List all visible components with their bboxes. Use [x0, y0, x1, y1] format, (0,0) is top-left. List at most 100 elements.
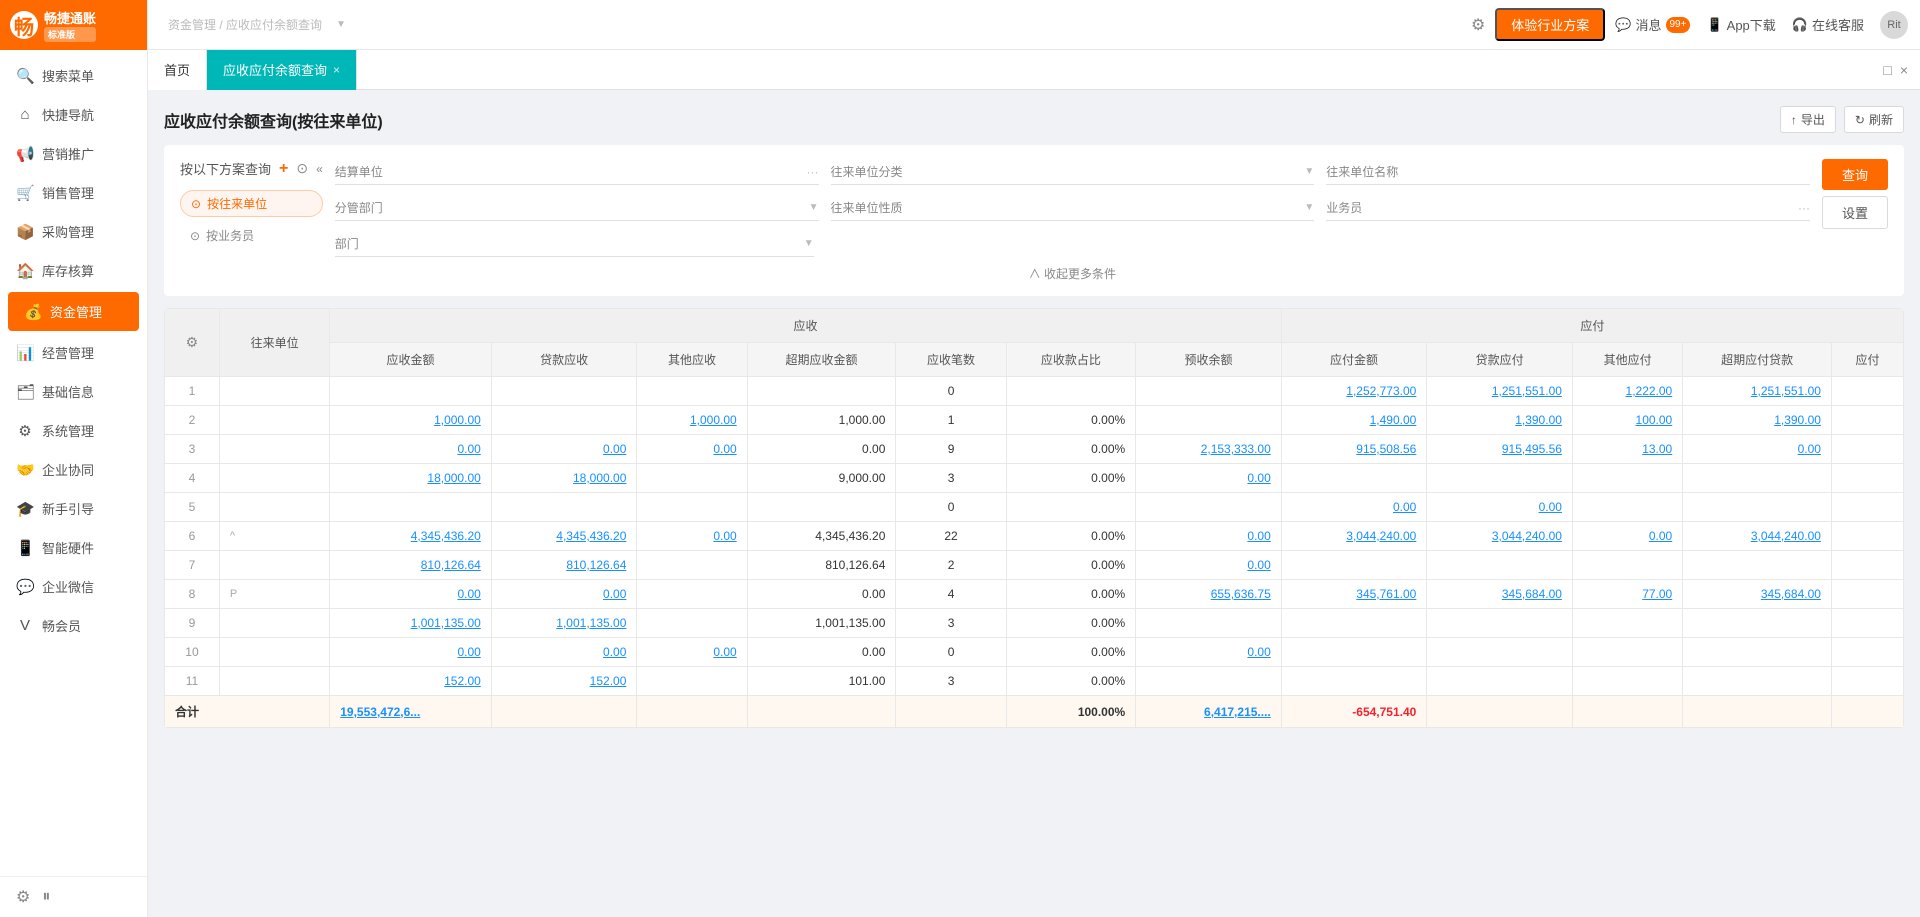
- sidebar-item-basic[interactable]: 🗂 基础信息: [0, 372, 147, 411]
- cell-rec-overdue: 0.00: [747, 580, 896, 609]
- export-button[interactable]: ↑ 导出: [1780, 106, 1836, 133]
- cell-rec-overdue: 101.00: [747, 667, 896, 696]
- cell-rec-amount: 810,126.64: [330, 551, 492, 580]
- sidebar-item-member[interactable]: V 畅会员: [0, 606, 147, 645]
- sidebar-item-sales[interactable]: 🛒 销售管理: [0, 173, 147, 212]
- sidebar-item-inventory[interactable]: 🏠 库存核算: [0, 251, 147, 290]
- sidebar-item-guide[interactable]: 🎓 新手引导: [0, 489, 147, 528]
- total-pay-amount: -654,751.40: [1281, 696, 1427, 728]
- cell-pay-loan: 345,684.00: [1427, 580, 1573, 609]
- collapse-more-button[interactable]: ∧ 收起更多条件: [335, 265, 1810, 282]
- sidebar-item-finance[interactable]: 💰 资金管理: [8, 292, 139, 331]
- settlement-dots-icon[interactable]: ···: [807, 165, 819, 179]
- sidebar-item-system[interactable]: ⚙ 系统管理: [0, 411, 147, 450]
- sidebar-item-business[interactable]: 📊 经营管理: [0, 333, 147, 372]
- filter-schema-icon[interactable]: ⊙: [296, 160, 308, 177]
- header-gear-icon[interactable]: ⚙: [1471, 15, 1485, 35]
- cell-rec-prepaid: [1136, 377, 1282, 406]
- maximize-icon[interactable]: □: [1883, 62, 1891, 78]
- col-partner-header: 往来单位: [219, 309, 329, 377]
- sidebar-icon-quicknav: ⌂: [16, 106, 34, 123]
- breadcrumb: 资金管理 / 应收应付余额查询 ▼: [160, 14, 1461, 35]
- close-tab-icon[interactable]: ×: [1900, 62, 1908, 78]
- tab-receivable[interactable]: 应收应付余额查询 ×: [207, 50, 357, 90]
- sidebar-item-quicknav[interactable]: ⌂ 快捷导航: [0, 95, 147, 134]
- breadcrumb-chevron: ▼: [336, 19, 346, 30]
- sidebar-icon-purchase: 📦: [16, 223, 34, 241]
- cell-rec-other: [637, 580, 747, 609]
- filter-division: 部门 ▼: [335, 231, 814, 257]
- cell-rec-ratio: 0.00%: [1006, 464, 1136, 493]
- cell-pay-loan: [1427, 551, 1573, 580]
- cell-pay-amount: 915,508.56: [1281, 435, 1427, 464]
- cell-pay-amount: [1281, 667, 1427, 696]
- logo-name: 畅捷通账: [44, 8, 96, 27]
- refresh-button[interactable]: ↻ 刷新: [1844, 106, 1904, 133]
- cell-pay-other: 1,222.00: [1572, 377, 1682, 406]
- cell-rec-ratio: 0.00%: [1006, 667, 1136, 696]
- sidebar-item-wechat[interactable]: 💬 企业微信: [0, 567, 147, 606]
- table-row: 7810,126.64810,126.64810,126.6420.00%0.0…: [165, 551, 1904, 580]
- table-row: 21,000.001,000.001,000.0010.00%1,490.001…: [165, 406, 1904, 435]
- table-row: 100.000.000.000.0000.00%0.00: [165, 638, 1904, 667]
- total-rec-count: [896, 696, 1006, 728]
- scheme-salesman[interactable]: ⊙ 按业务员: [180, 223, 323, 248]
- cell-pay-loan: 915,495.56: [1427, 435, 1573, 464]
- app-download-button[interactable]: 📱 App下载: [1706, 15, 1775, 34]
- filter-collapse-icon[interactable]: «: [316, 162, 323, 176]
- scheme-partner[interactable]: ⊙ 按往来单位: [180, 190, 323, 217]
- cell-no: 6: [165, 522, 220, 551]
- cell-pay-tail: [1831, 464, 1903, 493]
- tab-resize-controls: □ ×: [1883, 62, 1920, 78]
- table-row: 30.000.000.000.0090.00%2,153,333.00915,5…: [165, 435, 1904, 464]
- col-settings-header[interactable]: ⚙: [165, 309, 220, 377]
- sidebar-item-enterprise[interactable]: 🤝 企业协同: [0, 450, 147, 489]
- total-pay-loan: [1427, 696, 1573, 728]
- cell-partner: ^: [219, 522, 329, 551]
- sidebar-item-marketing[interactable]: 📢 营销推广: [0, 134, 147, 173]
- settings-bottom-icon[interactable]: ⚙: [16, 887, 30, 907]
- setting-button[interactable]: 设置: [1822, 196, 1888, 229]
- query-button[interactable]: 查询: [1822, 159, 1888, 190]
- cell-rec-count: 9: [896, 435, 1006, 464]
- message-button[interactable]: 💬 消息 99+: [1615, 15, 1690, 34]
- cell-pay-loan: 1,251,551.00: [1427, 377, 1573, 406]
- filter-add-button[interactable]: +: [279, 160, 288, 178]
- export-label: 导出: [1801, 111, 1825, 128]
- sidebar-item-search[interactable]: 🔍 搜索菜单: [0, 56, 147, 95]
- cell-rec-loan: 4,345,436.20: [491, 522, 637, 551]
- filter-header: 按以下方案查询 + ⊙ «: [180, 159, 323, 178]
- partner-type-arrow[interactable]: ▼: [1304, 166, 1314, 177]
- logo-icon: 畅: [10, 11, 38, 39]
- service-button[interactable]: 🎧 在线客服: [1792, 15, 1864, 34]
- tab-home[interactable]: 首页: [148, 50, 207, 90]
- cell-pay-overdue: 345,684.00: [1683, 580, 1832, 609]
- nature-arrow[interactable]: ▼: [1304, 202, 1314, 213]
- sidebar-label-sales: 销售管理: [42, 183, 94, 202]
- filter-partner-nature: 往来单位性质 ▼: [831, 195, 1315, 221]
- sidebar-item-hardware[interactable]: 📱 智能硬件: [0, 528, 147, 567]
- avatar[interactable]: Rit: [1880, 11, 1908, 39]
- filter-schemes: ⊙ 按往来单位 ⊙ 按业务员: [180, 190, 323, 248]
- cell-rec-prepaid: [1136, 406, 1282, 435]
- dept-arrow[interactable]: ▼: [809, 202, 819, 213]
- total-pay-overdue: [1683, 696, 1832, 728]
- sidebar-icon-finance: 💰: [24, 303, 42, 321]
- message-icon: 💬: [1615, 17, 1631, 33]
- collapse-bottom-icon[interactable]: ⏸: [42, 888, 50, 906]
- cell-rec-prepaid: 0.00: [1136, 638, 1282, 667]
- sidebar-icon-business: 📊: [16, 344, 34, 362]
- message-badge: 99+: [1666, 17, 1691, 33]
- sidebar-item-purchase[interactable]: 📦 采购管理: [0, 212, 147, 251]
- cell-pay-other: 0.00: [1572, 522, 1682, 551]
- salesman-dots-icon[interactable]: ···: [1798, 201, 1810, 215]
- cell-partner: P: [219, 580, 329, 609]
- tab-close-icon[interactable]: ×: [333, 63, 340, 77]
- cell-pay-amount: 345,761.00: [1281, 580, 1427, 609]
- promo-button[interactable]: 体验行业方案: [1495, 8, 1605, 41]
- table-settings-icon[interactable]: ⚙: [186, 334, 199, 350]
- sidebar-icon-basic: 🗂: [16, 383, 34, 401]
- cell-pay-overdue: [1683, 638, 1832, 667]
- division-arrow[interactable]: ▼: [804, 238, 814, 249]
- sidebar-icon-system: ⚙: [16, 422, 34, 440]
